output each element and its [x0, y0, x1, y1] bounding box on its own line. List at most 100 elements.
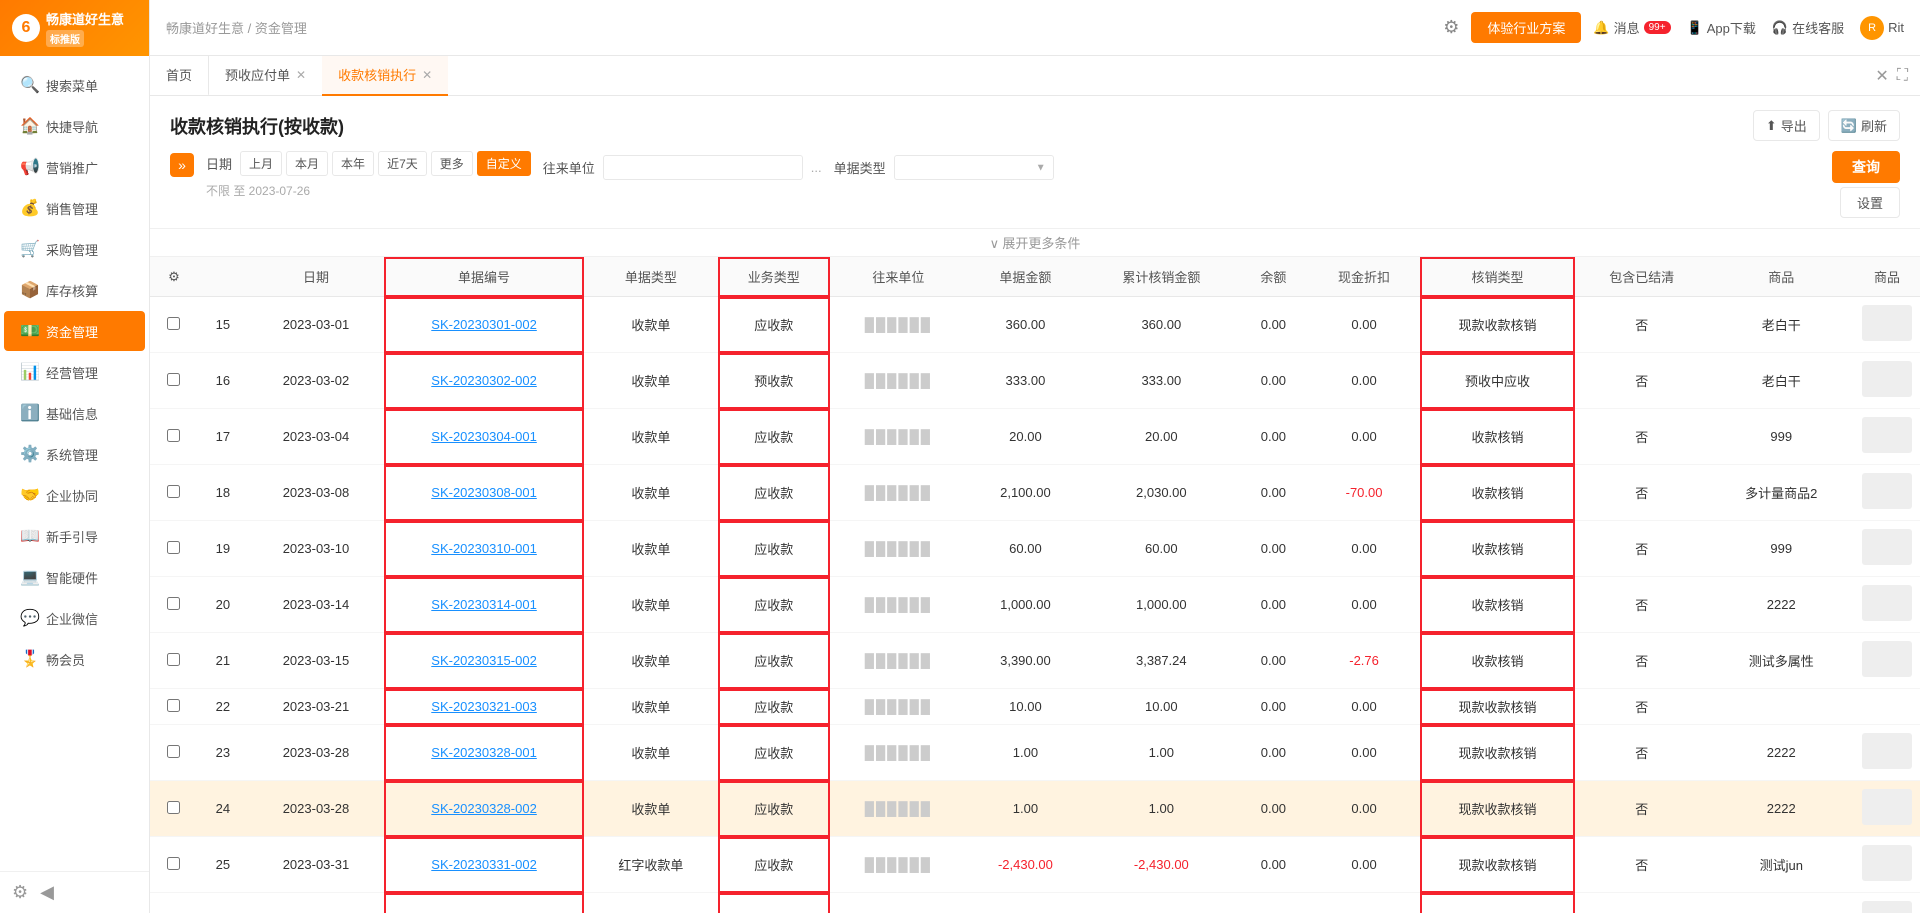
- filter-collapse-btn[interactable]: »: [170, 153, 194, 177]
- sidebar-item-sales[interactable]: 💰销售管理: [4, 188, 145, 228]
- table-row: 23 2023-03-28 SK-20230328-001 收款单 应收款 ██…: [150, 725, 1920, 781]
- row-voucher-no[interactable]: SK-20230314-001: [384, 577, 584, 633]
- topbar-settings-icon[interactable]: ⚙: [1443, 17, 1459, 38]
- row-cancel-type: 预收中应收: [1420, 353, 1575, 409]
- row-voucher-no[interactable]: SK-20230301-002: [384, 297, 584, 353]
- row-biz-type: 应收款: [718, 409, 830, 465]
- sidebar-item-purchase[interactable]: 🛒采购管理: [4, 229, 145, 269]
- row-voucher-no[interactable]: SK-20230310-001: [384, 521, 584, 577]
- app-download[interactable]: 📱 App下载: [1687, 18, 1756, 37]
- row-select[interactable]: [150, 521, 198, 577]
- row-goods2: [1854, 837, 1920, 893]
- row-select[interactable]: [150, 409, 198, 465]
- sidebar-item-wechat[interactable]: 💬企业微信: [4, 598, 145, 638]
- sidebar-item-finance[interactable]: 💵资金管理: [4, 311, 145, 351]
- date-btn-this-year[interactable]: 本年: [332, 151, 374, 176]
- export-btn[interactable]: ⬆ 导出: [1753, 110, 1820, 141]
- online-service[interactable]: 🎧 在线客服: [1772, 18, 1844, 37]
- row-select[interactable]: [150, 353, 198, 409]
- row-accum-cancel: 2,030.00: [1084, 465, 1239, 521]
- sidebar-item-search[interactable]: 🔍搜索菜单: [4, 65, 145, 105]
- solution-btn[interactable]: 体验行业方案: [1471, 12, 1581, 43]
- row-accum-cancel: 360.00: [1084, 297, 1239, 353]
- row-voucher-no[interactable]: SK-20230304-001: [384, 409, 584, 465]
- sidebar-item-member[interactable]: 🎖️畅会员: [4, 639, 145, 679]
- counterparty-input[interactable]: [603, 155, 803, 180]
- sidebar-item-system[interactable]: ⚙️系统管理: [4, 434, 145, 474]
- row-select[interactable]: [150, 689, 198, 725]
- row-voucher-no[interactable]: SK-20230328-002: [384, 781, 584, 837]
- close-all-tabs-icon[interactable]: ✕: [1875, 66, 1888, 86]
- row-goods2: [1854, 781, 1920, 837]
- row-accum-cancel: 333.00: [1084, 353, 1239, 409]
- row-date: 2023-03-10: [248, 521, 384, 577]
- maximize-icon[interactable]: ⛶: [1897, 67, 1908, 85]
- sidebar-item-inventory[interactable]: 📦库存核算: [4, 270, 145, 310]
- row-cash-discount: 0.00: [1308, 409, 1420, 465]
- tab-home[interactable]: 首页: [150, 56, 209, 96]
- voucher-type-select[interactable]: [894, 155, 1054, 180]
- filter-settings-btn[interactable]: 设置: [1840, 187, 1900, 218]
- sidebar-item-basics[interactable]: ℹ️基础信息: [4, 393, 145, 433]
- row-biz-type: 预收款: [718, 353, 830, 409]
- sidebar-item-label-marketing: 营销推广: [46, 158, 98, 177]
- tab-prepay-close[interactable]: ✕: [296, 68, 306, 82]
- row-accum-cancel: 1.00: [1084, 725, 1239, 781]
- row-select[interactable]: [150, 297, 198, 353]
- row-balance: 0.00: [1239, 521, 1308, 577]
- sidebar-item-label-finance: 资金管理: [46, 322, 98, 341]
- date-btn-last-month[interactable]: 上月: [240, 151, 282, 176]
- collapse-sidebar-icon[interactable]: ◀: [40, 882, 54, 903]
- date-label: 日期: [206, 154, 232, 173]
- settings-footer-icon[interactable]: ⚙: [12, 882, 28, 903]
- date-btns: 上月 本月 本年 近7天 更多 自定义: [240, 151, 531, 176]
- sidebar-item-guide[interactable]: 📖新手引导: [4, 516, 145, 556]
- row-voucher-no[interactable]: SK-20230302-002: [384, 353, 584, 409]
- wechat-icon: 💬: [20, 608, 38, 628]
- date-btn-more[interactable]: 更多: [431, 151, 473, 176]
- row-voucher-no[interactable]: SK-20230308-001: [384, 465, 584, 521]
- row-voucher-no[interactable]: SK-20230328-001: [384, 725, 584, 781]
- row-select[interactable]: [150, 725, 198, 781]
- tab-collection-close[interactable]: ✕: [422, 68, 432, 82]
- refresh-icon: 🔄: [1841, 118, 1857, 134]
- sidebar-item-hardware[interactable]: 💻智能硬件: [4, 557, 145, 597]
- tab-prepay[interactable]: 预收应付单 ✕: [209, 56, 322, 96]
- tab-collection[interactable]: 收款核销执行 ✕: [322, 56, 448, 96]
- row-date: 2023-03-04: [248, 409, 384, 465]
- row-goods: 2222: [1709, 725, 1854, 781]
- date-btn-this-month[interactable]: 本月: [286, 151, 328, 176]
- row-counterparty: ██████: [830, 633, 967, 689]
- sidebar-item-quicknav[interactable]: 🏠 快捷导航: [4, 106, 145, 146]
- row-select[interactable]: [150, 837, 198, 893]
- row-voucher-no[interactable]: SK-20230315-002: [384, 633, 584, 689]
- refresh-btn[interactable]: 🔄 刷新: [1828, 110, 1900, 141]
- inventory-icon: 📦: [20, 280, 38, 300]
- sidebar-item-operations[interactable]: 📊经营管理: [4, 352, 145, 392]
- row-select[interactable]: [150, 893, 198, 913]
- row-select[interactable]: [150, 465, 198, 521]
- row-voucher-no[interactable]: SK-20230403-002: [384, 893, 584, 913]
- sidebar-item-label-operations: 经营管理: [46, 363, 98, 382]
- row-date: 2023-03-31: [248, 837, 384, 893]
- row-goods2: [1854, 689, 1920, 725]
- sidebar-item-marketing[interactable]: 📢营销推广: [4, 147, 145, 187]
- row-voucher-no[interactable]: SK-20230321-003: [384, 689, 584, 725]
- user-info[interactable]: R Rit: [1860, 16, 1904, 40]
- row-select[interactable]: [150, 633, 198, 689]
- quicknav-icon: 🏠: [20, 116, 38, 136]
- row-voucher-no[interactable]: SK-20230331-002: [384, 837, 584, 893]
- sidebar-item-corp[interactable]: 🤝企业协同: [4, 475, 145, 515]
- col-no-header: [198, 257, 248, 297]
- expand-conditions-bar[interactable]: ∨ 展开更多条件: [150, 229, 1920, 257]
- date-btn-custom[interactable]: 自定义: [477, 151, 531, 176]
- sidebar-item-label-quicknav: 快捷导航: [46, 117, 98, 136]
- row-select[interactable]: [150, 781, 198, 837]
- query-btn[interactable]: 查询: [1832, 151, 1900, 183]
- row-date: 2023-03-02: [248, 353, 384, 409]
- row-select[interactable]: [150, 577, 198, 633]
- date-btn-7days[interactable]: 近7天: [378, 151, 427, 176]
- col-settings-header[interactable]: ⚙: [150, 257, 198, 297]
- notifications[interactable]: 🔔 消息 99+: [1593, 18, 1670, 37]
- row-biz-type: 预收款: [718, 893, 830, 913]
